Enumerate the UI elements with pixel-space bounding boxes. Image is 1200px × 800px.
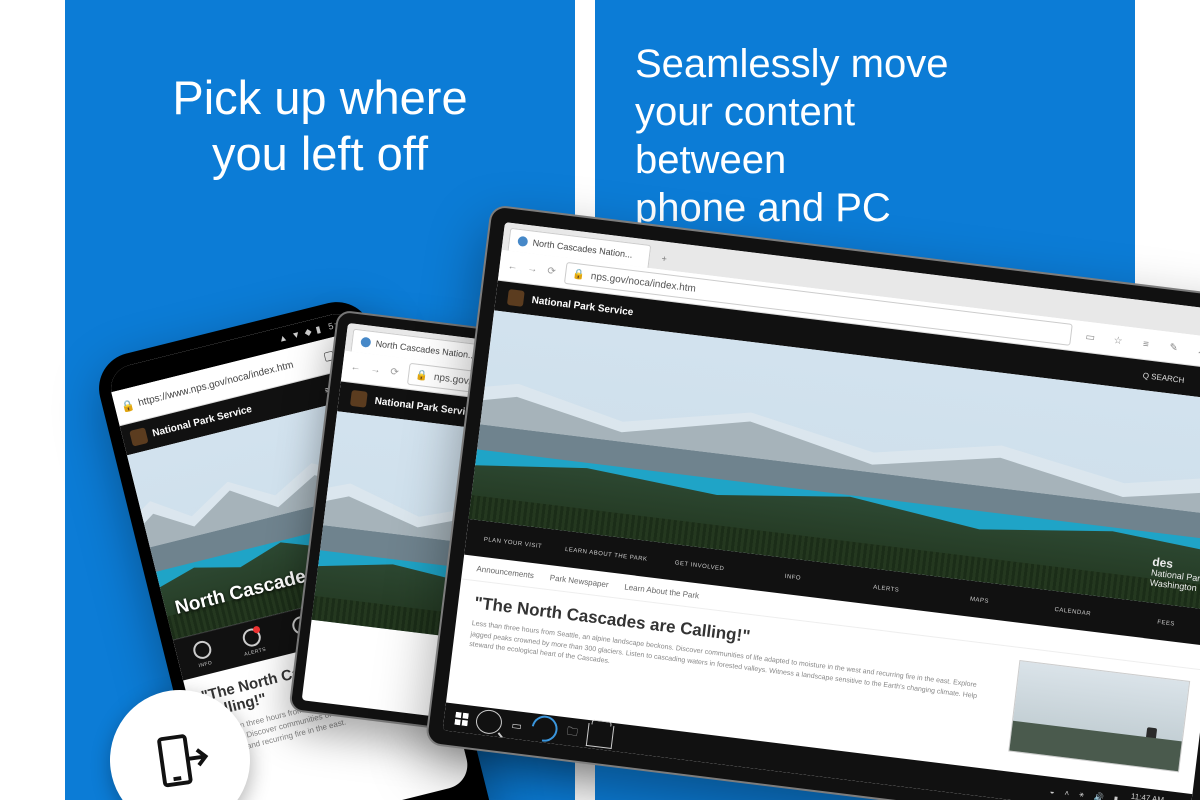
notes-icon[interactable]: ✎ <box>1164 341 1183 354</box>
right-panel: Seamlessly move your content between pho… <box>595 0 1135 800</box>
hero-subtitle: des National Park Washington <box>1149 556 1200 595</box>
refresh-icon[interactable]: ⟳ <box>547 265 557 277</box>
left-headline: Pick up where you left off <box>65 70 575 183</box>
tray-clock[interactable]: 11:47 AM10/4/2017 <box>1127 792 1164 800</box>
edge-taskbar-icon[interactable] <box>530 716 558 741</box>
start-button[interactable] <box>447 706 475 731</box>
new-tab-button[interactable]: + <box>652 247 677 272</box>
nps-logo-icon <box>350 390 368 408</box>
headline-line: Pick up where <box>172 71 467 124</box>
url-text: nps.gov/noca/index.htm <box>590 270 696 294</box>
refresh-icon[interactable]: ⟳ <box>390 366 400 378</box>
tablet-mockup: North Cascades Nation... + ← → ⟳ 🔒 nps.g… <box>425 204 1200 800</box>
crumb-item[interactable]: Learn About the Park <box>624 582 700 600</box>
right-headline: Seamlessly move your content between pho… <box>635 40 948 232</box>
forward-icon[interactable]: → <box>527 263 538 275</box>
article-thumb <box>1008 660 1190 772</box>
explorer-taskbar-icon[interactable]: 🗀 <box>558 720 586 745</box>
top-link[interactable]: Q SEARCH <box>1142 370 1185 384</box>
headline-line: you left off <box>212 127 428 180</box>
search-button[interactable] <box>475 709 503 734</box>
store-taskbar-icon[interactable] <box>586 723 614 748</box>
crumb-item[interactable]: Park Newspaper <box>549 573 609 589</box>
tray-chevron-icon[interactable]: ˄ <box>1064 788 1070 798</box>
continue-on-pc-icon <box>145 725 215 795</box>
tray-volume-icon[interactable]: 🔊 <box>1093 792 1104 800</box>
tray-people-icon[interactable]: ◒ <box>1049 786 1055 796</box>
back-icon[interactable]: ← <box>507 260 518 272</box>
nps-logo-icon <box>507 289 525 307</box>
tray-wifi-icon[interactable]: ⚹ <box>1079 789 1085 800</box>
tablet-screen: North Cascades Nation... + ← → ⟳ 🔒 nps.g… <box>443 222 1200 800</box>
promo-stage: Pick up where you left off ▲ ▼ ◆ ▮ 5:47 … <box>0 0 1200 800</box>
share-icon[interactable]: ↗ <box>1192 344 1200 357</box>
lock-icon: 🔒 <box>572 268 586 280</box>
back-icon[interactable]: ← <box>350 361 361 373</box>
tray-battery-icon[interactable]: ▮ <box>1113 794 1118 800</box>
nps-logo-icon <box>129 427 148 446</box>
favorite-icon[interactable]: ☆ <box>1109 334 1128 347</box>
hub-icon[interactable]: ≡ <box>1136 338 1155 351</box>
reading-view-icon[interactable]: ▭ <box>1081 331 1100 344</box>
crumb-item[interactable]: Announcements <box>476 564 534 580</box>
lock-icon: 🔒 <box>120 398 136 414</box>
task-view-button[interactable]: ▭ <box>503 713 531 738</box>
lock-icon: 🔒 <box>415 369 429 381</box>
forward-icon[interactable]: → <box>370 364 381 376</box>
